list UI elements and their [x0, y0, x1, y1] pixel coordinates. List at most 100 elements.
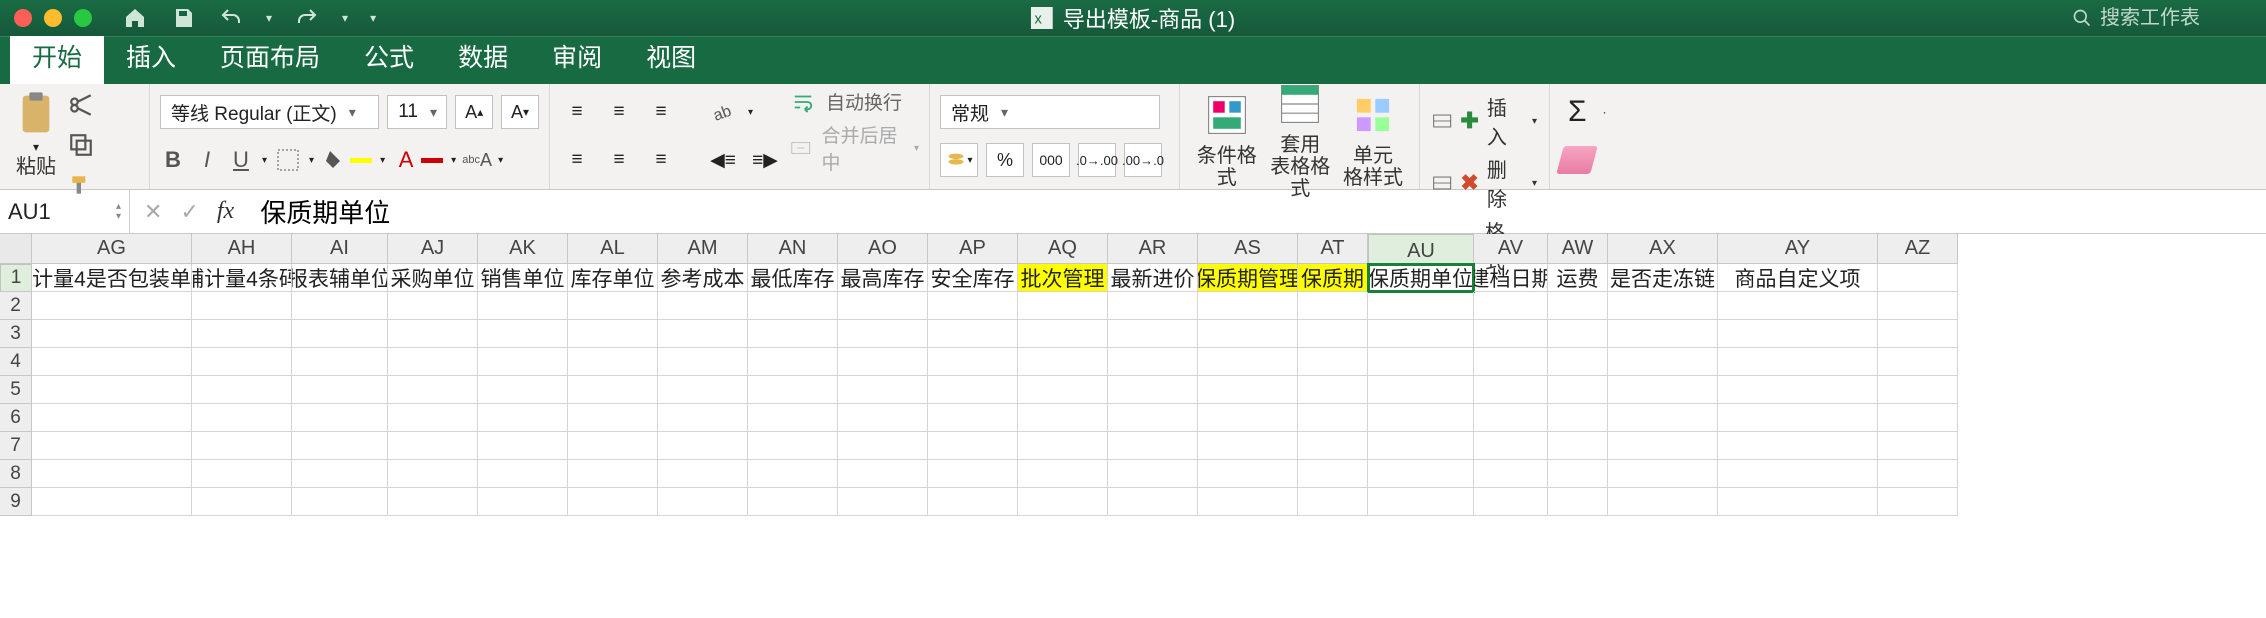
increase-decimal-button[interactable]: .0→.00	[1078, 143, 1116, 177]
cell-AG4[interactable]	[32, 348, 192, 376]
undo-dropdown[interactable]: ▾	[266, 11, 272, 25]
cell-AR3[interactable]	[1108, 320, 1198, 348]
cell-AV9[interactable]	[1474, 488, 1548, 516]
cell-AX6[interactable]	[1608, 404, 1718, 432]
fill-color-button[interactable]	[322, 147, 348, 173]
close-window-button[interactable]	[14, 9, 32, 27]
cell-AW6[interactable]	[1548, 404, 1608, 432]
cell-AP7[interactable]	[928, 432, 1018, 460]
cell-AP5[interactable]	[928, 376, 1018, 404]
cell-AM6[interactable]	[658, 404, 748, 432]
cell-AG7[interactable]	[32, 432, 192, 460]
cell-styles-button[interactable]: 单元 格样式	[1337, 85, 1409, 191]
cell-AO9[interactable]	[838, 488, 928, 516]
cell-AO4[interactable]	[838, 348, 928, 376]
cell-AQ4[interactable]	[1018, 348, 1108, 376]
cell-AI7[interactable]	[292, 432, 388, 460]
cell-AK4[interactable]	[478, 348, 568, 376]
column-header-AU[interactable]: AU	[1368, 234, 1474, 268]
cell-AS6[interactable]	[1198, 404, 1298, 432]
redo-icon[interactable]	[294, 5, 320, 31]
cell-AN1[interactable]: 最低库存	[748, 264, 838, 292]
maximize-window-button[interactable]	[74, 9, 92, 27]
cell-AI1[interactable]: 报表辅单位	[292, 264, 388, 292]
cell-AY5[interactable]	[1718, 376, 1878, 404]
cell-AI8[interactable]	[292, 460, 388, 488]
select-all-corner[interactable]	[0, 234, 32, 264]
column-header-AH[interactable]: AH	[192, 234, 292, 264]
cell-AT6[interactable]	[1298, 404, 1368, 432]
cell-AM1[interactable]: 参考成本	[658, 264, 748, 292]
currency-button[interactable]: ▾	[940, 143, 978, 177]
cell-AQ3[interactable]	[1018, 320, 1108, 348]
qat-customize[interactable]: ▾	[370, 11, 376, 25]
cell-AU7[interactable]	[1368, 432, 1474, 460]
cell-AZ6[interactable]	[1878, 404, 1958, 432]
decrease-indent-button[interactable]: ◀≡	[706, 145, 740, 175]
paste-button[interactable]: ▾ 粘贴	[10, 88, 62, 204]
cell-AQ8[interactable]	[1018, 460, 1108, 488]
cell-AW3[interactable]	[1548, 320, 1608, 348]
column-header-AS[interactable]: AS	[1198, 234, 1298, 264]
underline-button[interactable]: U	[228, 147, 254, 173]
row-header-2[interactable]: 2	[0, 292, 32, 320]
column-header-AZ[interactable]: AZ	[1878, 234, 1958, 264]
cell-AR4[interactable]	[1108, 348, 1198, 376]
cell-AG1[interactable]: 辅计量4是否包装单位	[32, 264, 192, 292]
cell-AG8[interactable]	[32, 460, 192, 488]
cell-AG2[interactable]	[32, 292, 192, 320]
cell-AV5[interactable]	[1474, 376, 1548, 404]
cell-AX1[interactable]: 是否走冻链	[1608, 264, 1718, 292]
row-header-8[interactable]: 8	[0, 460, 32, 488]
cell-AJ4[interactable]	[388, 348, 478, 376]
column-header-AP[interactable]: AP	[928, 234, 1018, 264]
cell-AZ8[interactable]	[1878, 460, 1958, 488]
cell-AX2[interactable]	[1608, 292, 1718, 320]
cell-AR8[interactable]	[1108, 460, 1198, 488]
delete-cells-button[interactable]: ✖删除▾	[1432, 154, 1537, 212]
row-header-6[interactable]: 6	[0, 404, 32, 432]
cell-AP6[interactable]	[928, 404, 1018, 432]
cell-AW1[interactable]: 运费	[1548, 264, 1608, 292]
cell-AL1[interactable]: 库存单位	[568, 264, 658, 292]
cell-AQ7[interactable]	[1018, 432, 1108, 460]
cell-AM7[interactable]	[658, 432, 748, 460]
cell-AT3[interactable]	[1298, 320, 1368, 348]
comma-button[interactable]: 000	[1032, 143, 1070, 177]
clear-button[interactable]	[1556, 146, 1598, 174]
cell-AJ3[interactable]	[388, 320, 478, 348]
cell-AV4[interactable]	[1474, 348, 1548, 376]
cell-AJ5[interactable]	[388, 376, 478, 404]
column-header-AM[interactable]: AM	[658, 234, 748, 264]
insert-cells-button[interactable]: ✚插入▾	[1432, 92, 1537, 150]
cell-AN9[interactable]	[748, 488, 838, 516]
column-header-AY[interactable]: AY	[1718, 234, 1878, 264]
cell-AS1[interactable]: 保质期管理	[1198, 264, 1298, 292]
cell-AT4[interactable]	[1298, 348, 1368, 376]
row-header-4[interactable]: 4	[0, 348, 32, 376]
cell-AW7[interactable]	[1548, 432, 1608, 460]
spreadsheet-grid[interactable]: AGAHAIAJAKALAMANAOAPAQARASATAUAVAWAXAYAZ…	[0, 234, 2266, 516]
cell-AX9[interactable]	[1608, 488, 1718, 516]
italic-button[interactable]: I	[194, 147, 220, 173]
cell-AP1[interactable]: 安全库存	[928, 264, 1018, 292]
cell-AQ6[interactable]	[1018, 404, 1108, 432]
autosum-button[interactable]: Σ	[1560, 91, 1595, 133]
cell-AU2[interactable]	[1368, 292, 1474, 320]
cell-AR6[interactable]	[1108, 404, 1198, 432]
cell-AM4[interactable]	[658, 348, 748, 376]
cell-AK1[interactable]: 销售单位	[478, 264, 568, 292]
wrap-text-button[interactable]: 自动换行	[790, 88, 919, 115]
cell-AH8[interactable]	[192, 460, 292, 488]
cell-AV6[interactable]	[1474, 404, 1548, 432]
cell-AJ7[interactable]	[388, 432, 478, 460]
row-header-7[interactable]: 7	[0, 432, 32, 460]
cell-AW9[interactable]	[1548, 488, 1608, 516]
fx-icon[interactable]: fx	[217, 198, 234, 225]
cell-AI9[interactable]	[292, 488, 388, 516]
align-middle-button[interactable]: ≡	[602, 97, 636, 127]
undo-icon[interactable]	[218, 5, 244, 31]
column-header-AT[interactable]: AT	[1298, 234, 1368, 264]
cell-AU9[interactable]	[1368, 488, 1474, 516]
redo-dropdown[interactable]: ▾	[342, 11, 348, 25]
